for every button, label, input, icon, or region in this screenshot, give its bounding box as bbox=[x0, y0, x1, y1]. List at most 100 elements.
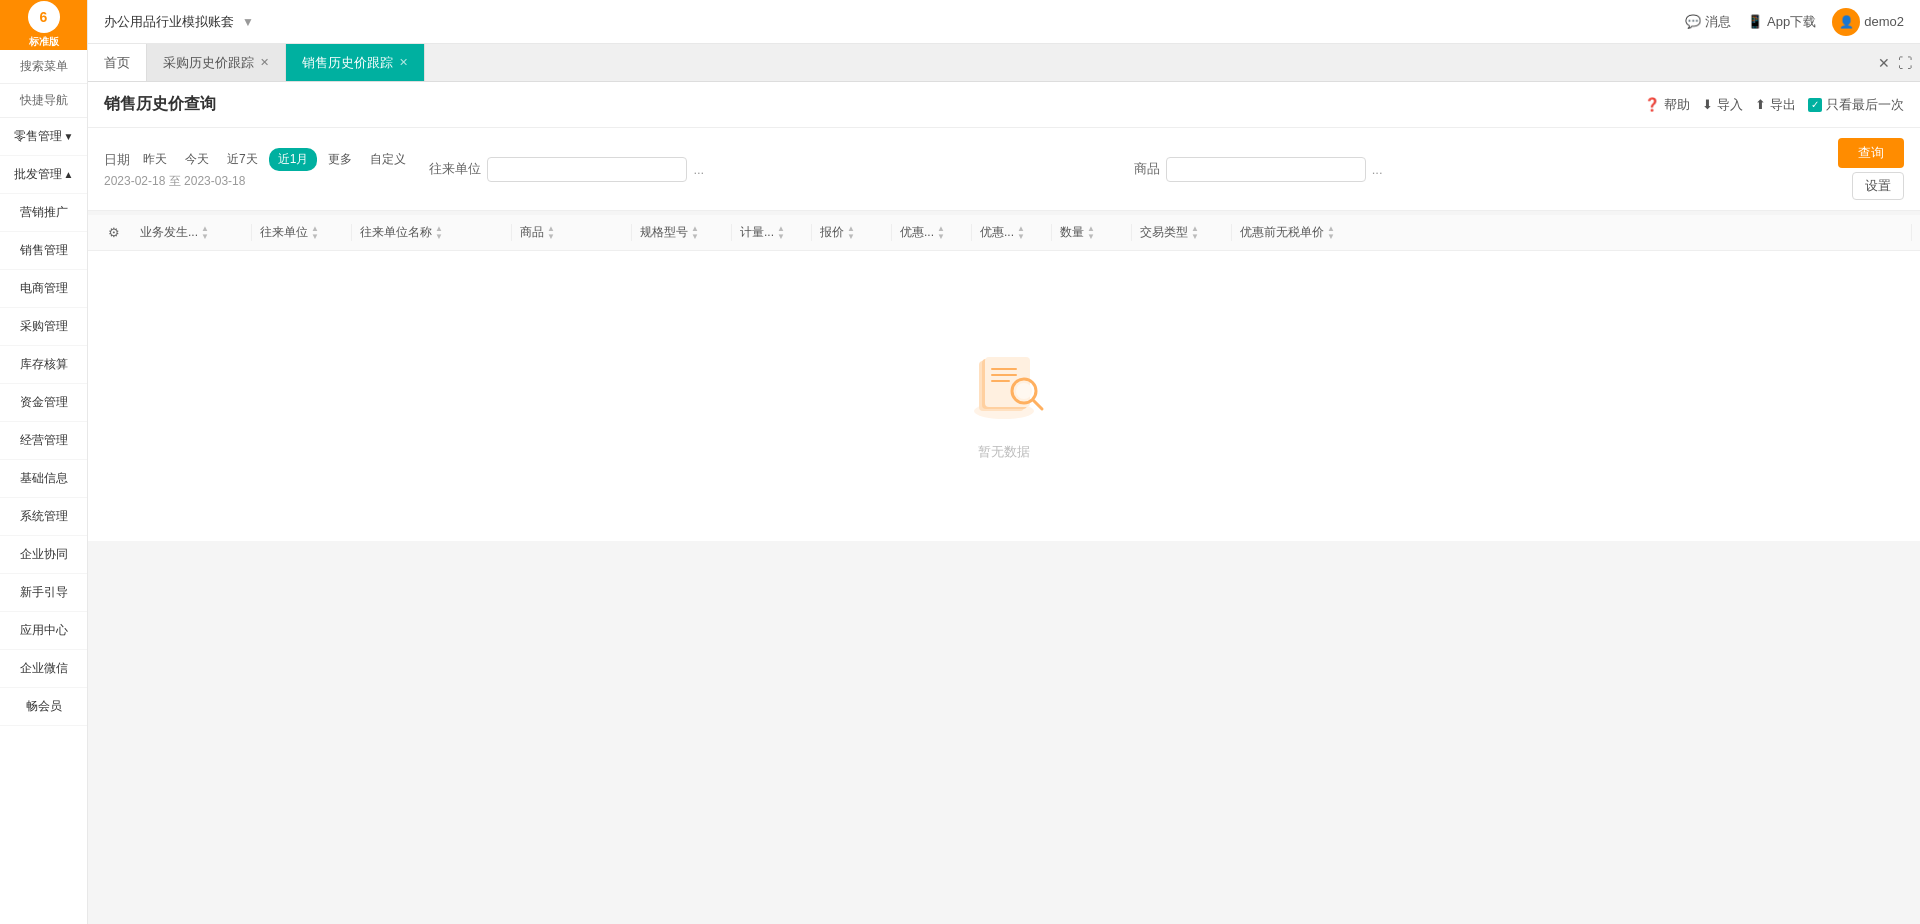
sidebar-item-label: 快捷导航 bbox=[20, 93, 68, 107]
date-btn-last7[interactable]: 近7天 bbox=[220, 148, 265, 171]
th-discount1-sort: ▲ ▼ bbox=[937, 225, 945, 241]
th-product[interactable]: 商品 ▲ ▼ bbox=[512, 224, 632, 241]
th-discount1-label: 优惠... bbox=[900, 224, 934, 241]
sidebar-item-finance-mgmt[interactable]: 资金管理 bbox=[0, 384, 87, 422]
th-pre-tax-price[interactable]: 优惠前无税单价 ▲ ▼ bbox=[1232, 224, 1912, 241]
th-unit-label: 计量... bbox=[740, 224, 774, 241]
top-bar-title: 办公用品行业模拟账套 bbox=[104, 13, 234, 31]
sidebar-item-app-center[interactable]: 应用中心 bbox=[0, 612, 87, 650]
th-price-label: 报价 bbox=[820, 224, 844, 241]
sidebar-item-label: 零售管理 bbox=[14, 128, 62, 145]
only-last-checkbox[interactable]: ✓ 只看最后一次 bbox=[1808, 96, 1904, 114]
window-fullscreen-button[interactable]: ⛶ bbox=[1898, 55, 1912, 71]
sidebar-item-inventory[interactable]: 库存核算 bbox=[0, 346, 87, 384]
th-quantity[interactable]: 数量 ▲ ▼ bbox=[1052, 224, 1132, 241]
sidebar-item-retail-mgmt[interactable]: 零售管理 ▼ bbox=[0, 118, 87, 156]
th-spec-sort: ▲ ▼ bbox=[691, 225, 699, 241]
sidebar-item-operations-mgmt[interactable]: 经营管理 bbox=[0, 422, 87, 460]
th-partner-name[interactable]: 往来单位名称 ▲ ▼ bbox=[352, 224, 512, 241]
product-filter-input[interactable] bbox=[1166, 157, 1366, 182]
sidebar-item-label: 库存核算 bbox=[20, 356, 68, 373]
date-range-display: 2023-02-18 至 2023-03-18 bbox=[104, 173, 413, 190]
date-btn-last1m[interactable]: 近1月 bbox=[269, 148, 318, 171]
topbar-dropdown-icon[interactable]: ▼ bbox=[242, 15, 254, 29]
sidebar-item-label: 畅会员 bbox=[26, 698, 62, 715]
table-settings-button[interactable]: ⚙ bbox=[96, 225, 132, 240]
sidebar-item-member[interactable]: 畅会员 bbox=[0, 688, 87, 726]
empty-text: 暂无数据 bbox=[978, 443, 1030, 461]
sidebar-item-quick-nav[interactable]: 快捷导航 bbox=[0, 84, 87, 118]
product-filter-dots[interactable]: ... bbox=[1372, 162, 1383, 177]
sidebar-item-new-guide[interactable]: 新手引导 bbox=[0, 574, 87, 612]
th-discount2[interactable]: 优惠... ▲ ▼ bbox=[972, 224, 1052, 241]
partner-filter-label: 往来单位 bbox=[429, 160, 481, 178]
th-spec[interactable]: 规格型号 ▲ ▼ bbox=[632, 224, 732, 241]
tab-purchase-history[interactable]: 采购历史价跟踪 ✕ bbox=[147, 44, 286, 81]
sidebar-item-label: 新手引导 bbox=[20, 584, 68, 601]
sidebar-item-search-menu[interactable]: 搜索菜单 bbox=[0, 50, 87, 84]
sidebar-item-sales-mgmt[interactable]: 销售管理 bbox=[0, 232, 87, 270]
th-partner-name-label: 往来单位名称 bbox=[360, 224, 432, 241]
tab-purchase-history-close[interactable]: ✕ bbox=[260, 56, 269, 69]
import-button[interactable]: ⬇ 导入 bbox=[1702, 96, 1743, 114]
app-download-button[interactable]: 📱 App下载 bbox=[1747, 13, 1816, 31]
message-label: 消息 bbox=[1705, 13, 1731, 31]
th-discount1[interactable]: 优惠... ▲ ▼ bbox=[892, 224, 972, 241]
help-button[interactable]: ❓ 帮助 bbox=[1644, 96, 1690, 114]
date-btn-more[interactable]: 更多 bbox=[321, 148, 359, 171]
sidebar: 6 标准版 搜索菜单 快捷导航 零售管理 ▼ 批发管理 ▲ 营销推广 销售管理 … bbox=[0, 0, 88, 924]
th-product-sort: ▲ ▼ bbox=[547, 225, 555, 241]
window-close-button[interactable]: ✕ bbox=[1878, 55, 1890, 71]
th-price[interactable]: 报价 ▲ ▼ bbox=[812, 224, 892, 241]
message-button[interactable]: 💬 消息 bbox=[1685, 13, 1731, 31]
th-pre-tax-price-sort: ▲ ▼ bbox=[1327, 225, 1335, 241]
th-trade-type-sort: ▲ ▼ bbox=[1191, 225, 1199, 241]
th-quantity-sort: ▲ ▼ bbox=[1087, 225, 1095, 241]
tab-sales-history-close[interactable]: ✕ bbox=[399, 56, 408, 69]
tab-sales-history[interactable]: 销售历史价跟踪 ✕ bbox=[286, 44, 425, 81]
sidebar-item-label: 搜索菜单 bbox=[20, 59, 68, 73]
user-menu[interactable]: 👤 demo2 bbox=[1832, 8, 1904, 36]
username-label: demo2 bbox=[1864, 14, 1904, 29]
th-biz-date[interactable]: 业务发生... ▲ ▼ bbox=[132, 224, 252, 241]
th-trade-type[interactable]: 交易类型 ▲ ▼ bbox=[1132, 224, 1232, 241]
date-btn-custom[interactable]: 自定义 bbox=[363, 148, 413, 171]
sidebar-item-system-mgmt[interactable]: 系统管理 bbox=[0, 498, 87, 536]
export-button[interactable]: ⬆ 导出 bbox=[1755, 96, 1796, 114]
sidebar-item-label: 应用中心 bbox=[20, 622, 68, 639]
tab-home[interactable]: 首页 bbox=[88, 44, 147, 81]
sort-down-icon: ▼ bbox=[1191, 233, 1199, 241]
sidebar-item-wholesale-mgmt[interactable]: 批发管理 ▲ bbox=[0, 156, 87, 194]
sidebar-item-basic-info[interactable]: 基础信息 bbox=[0, 460, 87, 498]
export-icon: ⬆ bbox=[1755, 97, 1766, 112]
sidebar-item-enterprise-wechat[interactable]: 企业微信 bbox=[0, 650, 87, 688]
tab-sales-history-label: 销售历史价跟踪 bbox=[302, 54, 393, 72]
tab-home-label: 首页 bbox=[104, 54, 130, 72]
checkbox-icon: ✓ bbox=[1808, 98, 1822, 112]
sidebar-item-marketing[interactable]: 营销推广 bbox=[0, 194, 87, 232]
tab-purchase-history-label: 采购历史价跟踪 bbox=[163, 54, 254, 72]
th-unit[interactable]: 计量... ▲ ▼ bbox=[732, 224, 812, 241]
filter-right-buttons: 查询 设置 bbox=[1838, 138, 1904, 200]
date-btn-yesterday[interactable]: 昨天 bbox=[136, 148, 174, 171]
help-label: 帮助 bbox=[1664, 96, 1690, 114]
th-biz-date-label: 业务发生... bbox=[140, 224, 198, 241]
date-btn-today[interactable]: 今天 bbox=[178, 148, 216, 171]
th-partner-code[interactable]: 往来单位 ▲ ▼ bbox=[252, 224, 352, 241]
message-icon: 💬 bbox=[1685, 14, 1701, 29]
table-header: ⚙ 业务发生... ▲ ▼ 往来单位 ▲ ▼ 往 bbox=[88, 215, 1920, 251]
th-quantity-label: 数量 bbox=[1060, 224, 1084, 241]
search-button[interactable]: 查询 bbox=[1838, 138, 1904, 168]
sidebar-item-label: 企业微信 bbox=[20, 660, 68, 677]
sidebar-item-purchase-mgmt[interactable]: 采购管理 bbox=[0, 308, 87, 346]
sidebar-item-label: 经营管理 bbox=[20, 432, 68, 449]
sidebar-item-ecommerce-mgmt[interactable]: 电商管理 bbox=[0, 270, 87, 308]
sidebar-item-enterprise-collab[interactable]: 企业协同 bbox=[0, 536, 87, 574]
partner-filter-dots[interactable]: ... bbox=[693, 162, 704, 177]
svg-line-9 bbox=[1033, 400, 1042, 409]
partner-filter-input[interactable] bbox=[487, 157, 687, 182]
table-container: ⚙ 业务发生... ▲ ▼ 往来单位 ▲ ▼ 往 bbox=[88, 215, 1920, 541]
page-title: 销售历史价查询 bbox=[104, 94, 216, 115]
sidebar-logo[interactable]: 6 标准版 bbox=[0, 0, 87, 50]
settings-button[interactable]: 设置 bbox=[1852, 172, 1904, 200]
